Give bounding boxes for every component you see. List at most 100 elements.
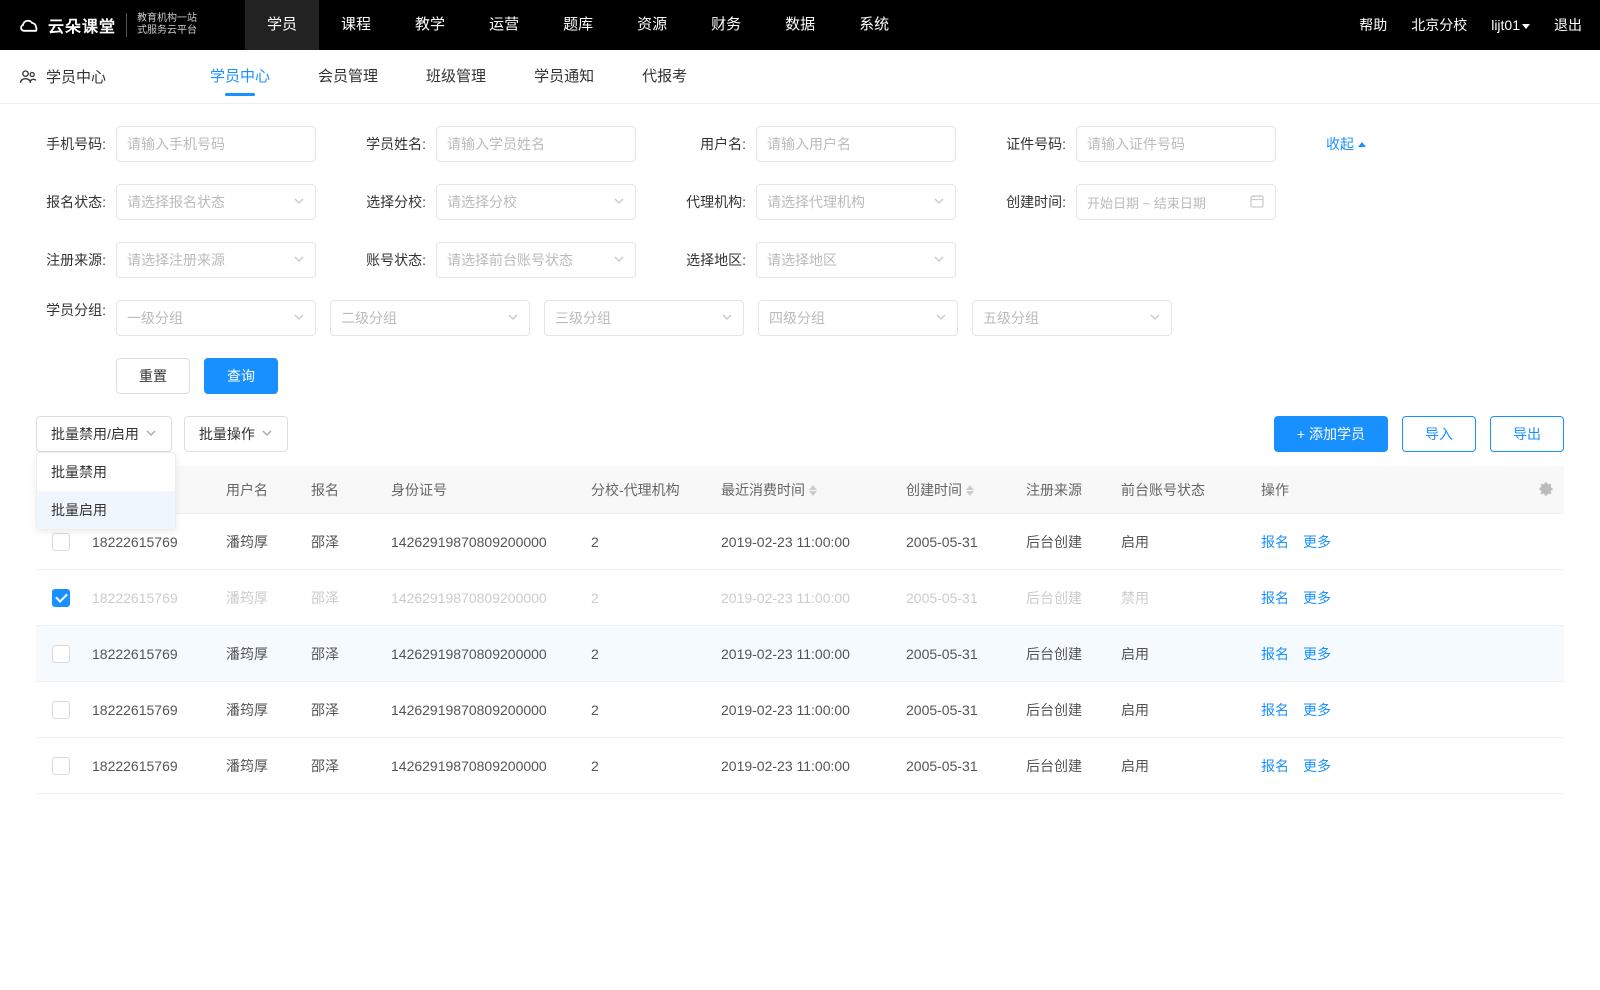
collapse-toggle[interactable]: 收起 xyxy=(1326,134,1366,154)
row-more-link[interactable]: 更多 xyxy=(1303,534,1331,550)
row-enroll-link[interactable]: 报名 xyxy=(1261,702,1289,718)
sub-tab[interactable]: 班级管理 xyxy=(422,50,490,104)
th-enroll[interactable]: 报名 xyxy=(311,480,391,500)
search-button[interactable]: 查询 xyxy=(204,358,278,394)
topnav-item[interactable]: 学员 xyxy=(245,0,319,50)
group-level-select-2[interactable]: 二级分组 xyxy=(330,300,530,336)
row-checkbox[interactable] xyxy=(52,533,70,551)
sub-nav: 学员中心 学员中心会员管理班级管理学员通知代报考 xyxy=(0,50,1600,104)
row-more-link[interactable]: 更多 xyxy=(1303,590,1331,606)
topnav-item[interactable]: 题库 xyxy=(541,0,615,50)
cell-phone: 18222615769 xyxy=(86,534,226,550)
logout-link[interactable]: 退出 xyxy=(1554,15,1582,35)
table-row[interactable]: 18222615769潘筠厚邵泽142629198708092000002201… xyxy=(36,738,1564,794)
th-idno[interactable]: 身份证号 xyxy=(391,480,591,500)
agency-select[interactable]: 请选择代理机构 xyxy=(756,184,956,220)
cell-source: 后台创建 xyxy=(1026,644,1121,664)
th-create[interactable]: 创建时间 xyxy=(906,480,1026,500)
register-source-select[interactable]: 请选择注册来源 xyxy=(116,242,316,278)
chevron-down-icon xyxy=(933,194,945,210)
row-enroll-link[interactable]: 报名 xyxy=(1261,590,1289,606)
table-header: 用户名 报名 身份证号 分校-代理机构 最近消费时间 创建时间 注册来源 前台账… xyxy=(36,466,1564,514)
topnav-item[interactable]: 系统 xyxy=(837,0,911,50)
topnav-item[interactable]: 运营 xyxy=(467,0,541,50)
add-student-button[interactable]: + 添加学员 xyxy=(1274,416,1388,452)
cell-ops: 报名更多 xyxy=(1261,700,1381,720)
menu-item-batch-enable[interactable]: 批量启用 xyxy=(37,491,175,529)
group-level-select-5[interactable]: 五级分组 xyxy=(972,300,1172,336)
table-row[interactable]: 18222615769潘筠厚邵泽142629198708092000002201… xyxy=(36,514,1564,570)
branch-selector[interactable]: 北京分校 xyxy=(1411,15,1467,35)
th-branch[interactable]: 分校-代理机构 xyxy=(591,480,721,500)
row-checkbox[interactable] xyxy=(52,645,70,663)
row-more-link[interactable]: 更多 xyxy=(1303,702,1331,718)
cell-status: 禁用 xyxy=(1121,588,1261,608)
th-source[interactable]: 注册来源 xyxy=(1026,480,1121,500)
group-level-select-3[interactable]: 三级分组 xyxy=(544,300,744,336)
menu-item-batch-disable[interactable]: 批量禁用 xyxy=(37,453,175,491)
cell-lastpay: 2019-02-23 11:00:00 xyxy=(721,646,906,662)
help-link[interactable]: 帮助 xyxy=(1359,15,1387,35)
sub-tab[interactable]: 学员中心 xyxy=(206,50,274,104)
row-more-link[interactable]: 更多 xyxy=(1303,758,1331,774)
row-checkbox[interactable] xyxy=(52,589,70,607)
topnav-item[interactable]: 数据 xyxy=(763,0,837,50)
topnav-item[interactable]: 资源 xyxy=(615,0,689,50)
filter-label: 学员分组: xyxy=(36,300,106,320)
th-username[interactable]: 用户名 xyxy=(226,480,311,500)
row-checkbox[interactable] xyxy=(52,701,70,719)
cell-enroll: 邵泽 xyxy=(311,532,391,552)
cell-create: 2005-05-31 xyxy=(906,590,1026,606)
th-status[interactable]: 前台账号状态 xyxy=(1121,480,1261,500)
cell-status: 启用 xyxy=(1121,644,1261,664)
cell-idno: 14262919870809200000 xyxy=(391,534,591,550)
row-enroll-link[interactable]: 报名 xyxy=(1261,758,1289,774)
table-row[interactable]: 18222615769潘筠厚邵泽142629198708092000002201… xyxy=(36,682,1564,738)
topnav-item[interactable]: 教学 xyxy=(393,0,467,50)
create-time-range[interactable]: 开始日期 ~ 结束日期 xyxy=(1076,184,1276,220)
group-level-select-4[interactable]: 四级分组 xyxy=(758,300,958,336)
sort-icon[interactable] xyxy=(966,485,974,496)
cell-idno: 14262919870809200000 xyxy=(391,646,591,662)
chevron-down-icon xyxy=(145,426,157,442)
student-name-input[interactable] xyxy=(436,126,636,162)
row-enroll-link[interactable]: 报名 xyxy=(1261,534,1289,550)
sub-tab[interactable]: 会员管理 xyxy=(314,50,382,104)
chevron-down-icon xyxy=(293,194,305,210)
logo[interactable]: 云朵课堂 教育机构一站式服务云平台 xyxy=(0,0,215,50)
reset-button[interactable]: 重置 xyxy=(116,358,190,394)
batch-ops-dropdown[interactable]: 批量操作 xyxy=(184,416,288,452)
topnav-item[interactable]: 课程 xyxy=(319,0,393,50)
idno-input[interactable] xyxy=(1076,126,1276,162)
cell-branch: 2 xyxy=(591,534,721,550)
student-center-icon xyxy=(18,67,38,87)
calendar-icon xyxy=(1249,193,1265,212)
batch-toggle-dropdown[interactable]: 批量禁用/启用 xyxy=(36,416,172,452)
branch-select[interactable]: 请选择分校 xyxy=(436,184,636,220)
username-input[interactable] xyxy=(756,126,956,162)
group-level-select-1[interactable]: 一级分组 xyxy=(116,300,316,336)
region-select[interactable]: 请选择地区 xyxy=(756,242,956,278)
cell-status: 启用 xyxy=(1121,756,1261,776)
export-button[interactable]: 导出 xyxy=(1490,416,1564,452)
table-row[interactable]: 18222615769潘筠厚邵泽142629198708092000002201… xyxy=(36,570,1564,626)
enroll-status-select[interactable]: 请选择报名状态 xyxy=(116,184,316,220)
row-checkbox[interactable] xyxy=(52,757,70,775)
column-settings-icon[interactable] xyxy=(1538,480,1554,499)
phone-input[interactable] xyxy=(116,126,316,162)
topnav-item[interactable]: 财务 xyxy=(689,0,763,50)
sub-tab[interactable]: 代报考 xyxy=(638,50,691,104)
account-status-select[interactable]: 请选择前台账号状态 xyxy=(436,242,636,278)
sub-nav-label: 学员中心 xyxy=(46,66,106,87)
table-row[interactable]: 18222615769潘筠厚邵泽142629198708092000002201… xyxy=(36,626,1564,682)
sort-icon[interactable] xyxy=(809,485,817,496)
import-button[interactable]: 导入 xyxy=(1402,416,1476,452)
cell-phone: 18222615769 xyxy=(86,758,226,774)
row-enroll-link[interactable]: 报名 xyxy=(1261,646,1289,662)
user-menu[interactable]: lijt01 xyxy=(1491,17,1530,33)
th-lastpay[interactable]: 最近消费时间 xyxy=(721,480,906,500)
cell-source: 后台创建 xyxy=(1026,588,1121,608)
filter-label: 选择分校: xyxy=(356,192,426,212)
sub-tab[interactable]: 学员通知 xyxy=(530,50,598,104)
row-more-link[interactable]: 更多 xyxy=(1303,646,1331,662)
